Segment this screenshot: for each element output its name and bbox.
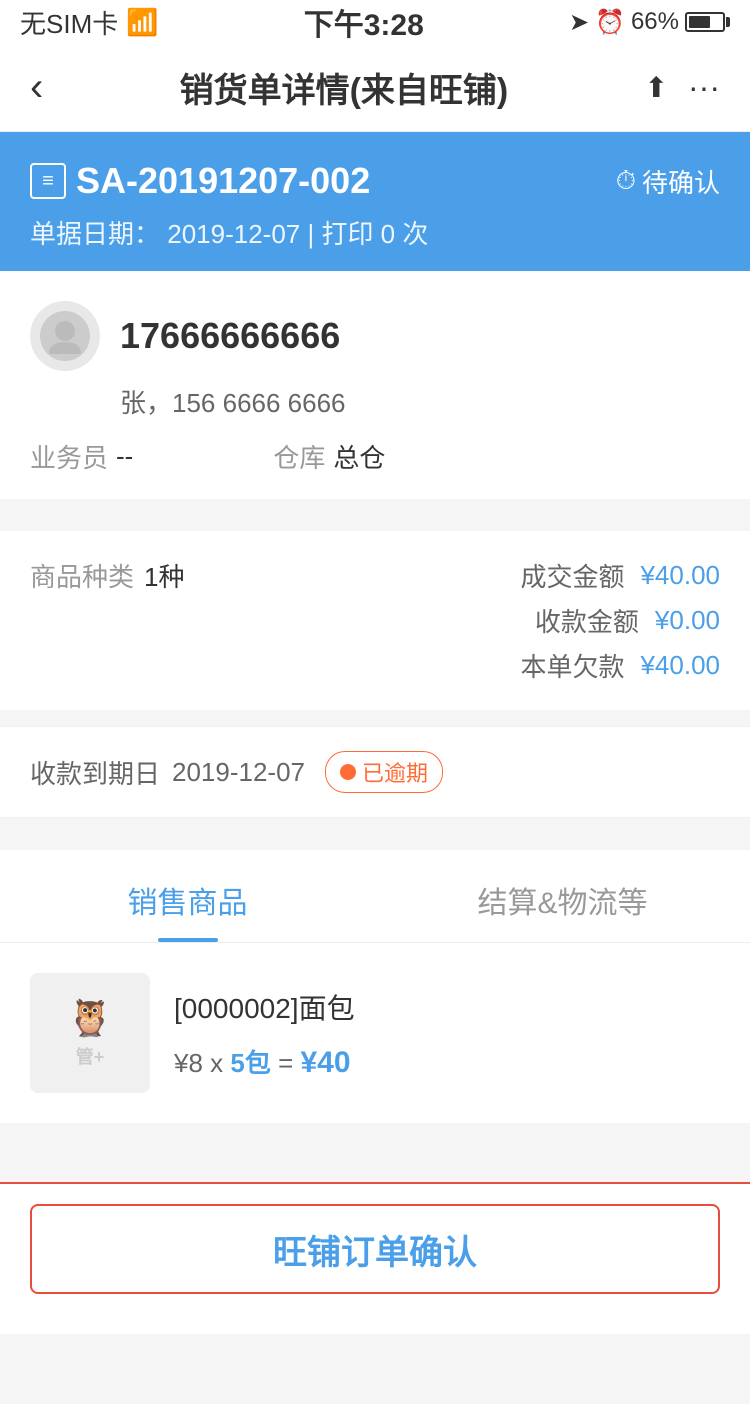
customer-name: 张，156 6666 6666 xyxy=(120,383,720,420)
alarm-icon: ⏰ xyxy=(595,8,625,37)
deal-amount-value: ¥40.00 xyxy=(640,560,720,591)
sales-value: -- xyxy=(116,441,133,472)
divider-1 xyxy=(0,515,750,531)
product-qty: 5包 xyxy=(230,1048,270,1078)
date-prefix: 单据日期： xyxy=(30,219,160,249)
product-type-value: 1种 xyxy=(144,557,184,594)
bottom-bar: 旺铺订单确认 xyxy=(0,1182,750,1334)
warehouse-value: 总仓 xyxy=(333,438,385,475)
product-name: [0000002]面包 xyxy=(174,987,720,1027)
amount-left: 商品种类 1种 xyxy=(30,557,184,594)
order-status: ⏱ 待确认 xyxy=(616,163,720,200)
customer-phone-row: 17666666666 xyxy=(30,301,720,371)
amount-section: 商品种类 1种 成交金额 ¥40.00 收款金额 ¥0.00 本单欠款 ¥40.… xyxy=(0,531,750,710)
warehouse-item: 仓库 总仓 xyxy=(273,438,385,475)
deal-amount-row: 成交金额 ¥40.00 xyxy=(520,557,720,594)
debt-amount-label: 本单欠款 xyxy=(520,647,624,684)
customer-meta: 业务员 -- 仓库 总仓 xyxy=(30,438,720,475)
sales-item: 业务员 -- xyxy=(30,438,133,475)
product-logo-text: 管+ xyxy=(76,1043,105,1069)
sales-label: 业务员 xyxy=(30,438,108,475)
tabs-row: 销售商品 结算&物流等 xyxy=(0,850,750,943)
order-number-row: ≡ SA-20191207-002 xyxy=(30,160,370,202)
amount-right: 成交金额 ¥40.00 收款金额 ¥0.00 本单欠款 ¥40.00 xyxy=(520,557,720,684)
receipt-amount-value: ¥0.00 xyxy=(655,605,720,636)
product-logo-icon: 🦉 xyxy=(68,997,113,1039)
product-type-row: 商品种类 1种 xyxy=(30,557,184,594)
product-thumbnail: 🦉 管+ xyxy=(30,973,150,1093)
status-label: 待确认 xyxy=(642,163,720,200)
location-icon: ➤ xyxy=(569,8,589,37)
status-bar: 无SIM卡 📶 下午3:28 ➤ ⏰ 66% xyxy=(0,0,750,44)
back-button[interactable]: ‹ xyxy=(30,65,43,110)
tab-settlement-label: 结算&物流等 xyxy=(477,887,647,920)
share-button[interactable]: ⬆ xyxy=(645,71,668,104)
product-total: ¥40 xyxy=(300,1046,350,1079)
overdue-dot-icon xyxy=(340,764,356,780)
customer-section: 17666666666 张，156 6666 6666 业务员 -- 仓库 总仓 xyxy=(0,271,750,499)
order-icon-symbol: ≡ xyxy=(42,170,54,193)
wifi-icon: 📶 xyxy=(126,7,158,38)
tabs-section: 销售商品 结算&物流等 xyxy=(0,850,750,943)
nav-bar: ‹ 销货单详情(来自旺铺) ⬆ ··· xyxy=(0,44,750,132)
tab-sales-label: 销售商品 xyxy=(128,887,248,920)
order-type-icon: ≡ xyxy=(30,163,66,199)
nav-actions: ⬆ ··· xyxy=(645,69,720,106)
product-type-label: 商品种类 xyxy=(30,557,134,594)
order-number-text: SA-20191207-002 xyxy=(76,160,370,202)
avatar xyxy=(30,301,100,371)
status-time: 下午3:28 xyxy=(304,0,424,44)
order-date-value: 2019-12-07 xyxy=(167,219,300,249)
confirm-order-button[interactable]: 旺铺订单确认 xyxy=(30,1204,720,1294)
due-date-section: 收款到期日 2019-12-07 已逾期 xyxy=(0,726,750,818)
print-count: | 打印 0 次 xyxy=(307,219,428,249)
page-title: 销货单详情(来自旺铺) xyxy=(180,63,509,112)
order-header-card: ≡ SA-20191207-002 ⏱ 待确认 单据日期： 2019-12-07… xyxy=(0,132,750,271)
product-section: 🦉 管+ [0000002]面包 ¥8 x 5包 = ¥40 xyxy=(0,943,750,1124)
order-date-row: 单据日期： 2019-12-07 | 打印 0 次 xyxy=(30,214,720,251)
due-date-label: 收款到期日 xyxy=(30,754,160,791)
tab-sales[interactable]: 销售商品 xyxy=(0,850,375,942)
status-clock-icon: ⏱ xyxy=(616,165,636,197)
due-date-value: 2019-12-07 xyxy=(172,757,305,788)
price-base: ¥8 x xyxy=(174,1048,230,1078)
tab-settlement[interactable]: 结算&物流等 xyxy=(375,850,750,942)
overdue-badge: 已逾期 xyxy=(325,751,443,793)
overdue-text: 已逾期 xyxy=(362,756,428,788)
divider-2 xyxy=(0,834,750,850)
debt-amount-row: 本单欠款 ¥40.00 xyxy=(520,647,720,684)
battery-percent: 66% xyxy=(631,8,679,36)
receipt-amount-label: 收款金额 xyxy=(535,602,639,639)
deal-amount-label: 成交金额 xyxy=(520,557,624,594)
product-item: 🦉 管+ [0000002]面包 ¥8 x 5包 = ¥40 xyxy=(0,943,750,1124)
customer-phone: 17666666666 xyxy=(120,315,340,357)
carrier-text: 无SIM卡 xyxy=(20,4,118,41)
status-right: ➤ ⏰ 66% xyxy=(569,8,730,37)
avatar-icon xyxy=(40,311,90,361)
equals-sign: = xyxy=(271,1048,301,1078)
debt-amount-value: ¥40.00 xyxy=(640,650,720,681)
product-price-row: ¥8 x 5包 = ¥40 xyxy=(174,1043,720,1080)
more-button[interactable]: ··· xyxy=(688,69,720,106)
product-info: [0000002]面包 ¥8 x 5包 = ¥40 xyxy=(174,987,720,1080)
receipt-amount-row: 收款金额 ¥0.00 xyxy=(535,602,720,639)
battery-icon xyxy=(685,12,730,32)
warehouse-label: 仓库 xyxy=(273,438,325,475)
status-left: 无SIM卡 📶 xyxy=(20,4,159,41)
